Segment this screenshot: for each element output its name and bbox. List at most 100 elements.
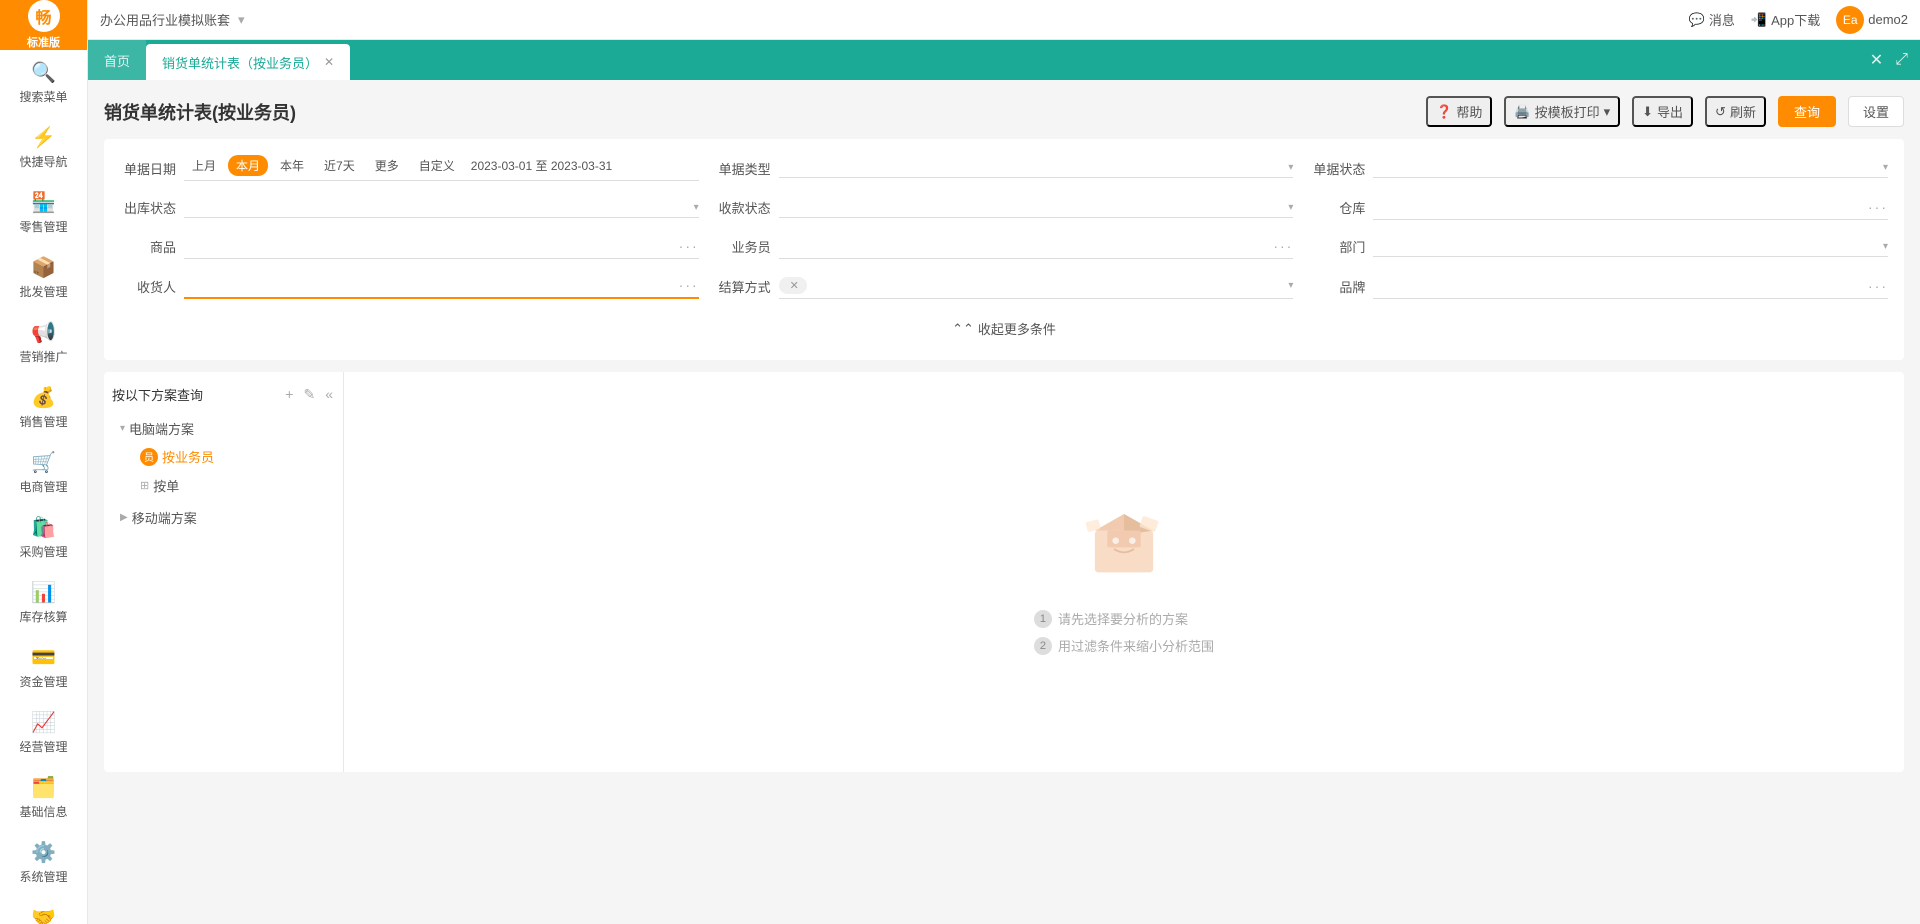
date-tag-this-year[interactable]: 本年	[272, 155, 312, 176]
warehouse-label: 仓库	[1309, 198, 1365, 217]
sidebar-item-inventory[interactable]: 📊 库存核算	[0, 570, 88, 635]
empty-tips: 1 请先选择要分析的方案 2 用过滤条件来缩小分析范围	[1034, 609, 1214, 655]
basic-icon: 🗂️	[31, 775, 56, 800]
empty-tip-2: 2 用过滤条件来缩小分析范围	[1034, 636, 1214, 655]
warehouse-dots-icon: ···	[1868, 199, 1888, 215]
filter-item-recv-status: 收款状态 ▾	[715, 198, 1294, 218]
scheme-title: 按以下方案查询	[112, 385, 203, 404]
help-btn[interactable]: ❓ 帮助	[1426, 96, 1492, 127]
sidebar-item-enterprise[interactable]: 🤝 企业协同	[0, 895, 88, 924]
sidebar-item-label-ecommerce: 电商管理	[19, 478, 67, 495]
result-panel: 1 请先选择要分析的方案 2 用过滤条件来缩小分析范围	[344, 372, 1904, 772]
filter-item-consignee: 收货人 ···	[120, 273, 699, 299]
doc-type-arrow-icon: ▾	[1288, 162, 1293, 173]
sidebar-item-search[interactable]: 🔍 搜索菜单	[0, 50, 88, 115]
collapse-filter-btn[interactable]: ⌃⌃ 收起更多条件	[120, 313, 1888, 344]
goods-input[interactable]: ···	[184, 234, 699, 259]
scheme-edit-btn[interactable]: ✎	[301, 384, 317, 405]
tab-sales-stats[interactable]: 销货单统计表（按业务员） ✕	[146, 44, 350, 80]
filter-item-salesperson: 业务员 ···	[715, 234, 1294, 259]
page-actions: ❓ 帮助 🖨️ 按模板打印 ▾ ⬇ 导出 ↺ 刷新 查询	[1426, 96, 1904, 127]
scheme-group-mobile: ▶ 移动端方案	[116, 504, 335, 531]
sidebar-item-label-system: 系统管理	[19, 868, 67, 885]
sidebar-item-sales[interactable]: 💰 销售管理	[0, 375, 88, 440]
scheme-item-byorder-label: 按单	[153, 476, 179, 495]
scheme-group-pc-label: 电脑端方案	[129, 419, 194, 438]
app-download-btn[interactable]: 📲 App下载	[1751, 10, 1820, 29]
page-title: 销货单统计表(按业务员)	[104, 99, 296, 125]
content-area: 销货单统计表(按业务员) ❓ 帮助 🖨️ 按模板打印 ▾ ⬇ 导出 ↺ 刷新	[88, 80, 1920, 924]
scheme-group-mobile-header[interactable]: ▶ 移动端方案	[116, 504, 335, 531]
date-tag-this-month[interactable]: 本月	[228, 155, 268, 176]
logo-symbol: 畅	[35, 4, 51, 28]
sidebar-item-purchase[interactable]: 🛍️ 采购管理	[0, 505, 88, 570]
scheme-item-byorder[interactable]: ⊞ 按单	[116, 471, 335, 500]
tab-close-all-btn[interactable]: ✕	[1866, 46, 1887, 74]
tip-text-2: 用过滤条件来缩小分析范围	[1058, 636, 1214, 655]
out-status-input[interactable]: ▾	[184, 198, 699, 218]
recv-status-input[interactable]: ▾	[779, 198, 1294, 218]
sidebar-item-retail[interactable]: 🏪 零售管理	[0, 180, 88, 245]
sidebar-item-operations[interactable]: 📈 经营管理	[0, 700, 88, 765]
export-btn[interactable]: ⬇ 导出	[1632, 96, 1693, 127]
sidebar-item-wholesale[interactable]: 📦 批发管理	[0, 245, 88, 310]
scheme-group-mobile-label: 移动端方案	[132, 508, 197, 527]
settlement-arrow-icon: ▾	[1288, 280, 1293, 291]
filter-item-doc-type: 单据类型 ▾	[715, 158, 1294, 178]
dept-input[interactable]: ▾	[1373, 237, 1888, 257]
sidebar-item-basic[interactable]: 🗂️ 基础信息	[0, 765, 88, 830]
filter-item-date: 单据日期 上月 本月 本年 近7天 更多 自定义 2023-03-01 至 20…	[120, 155, 699, 181]
sidebar-item-ecommerce[interactable]: 🛒 电商管理	[0, 440, 88, 505]
sub-icon: ⊞	[140, 479, 149, 492]
doc-status-input[interactable]: ▾	[1373, 158, 1888, 178]
doc-type-input[interactable]: ▾	[779, 158, 1294, 178]
dept-arrow-icon: ▾	[1883, 241, 1888, 252]
tab-expand-btn[interactable]: ⤢	[1891, 47, 1912, 73]
scheme-group-pc-header[interactable]: ▾ 电脑端方案	[116, 415, 335, 442]
breadcrumb-dropdown-icon[interactable]: ▾	[238, 12, 245, 28]
filter-item-brand: 品牌 ···	[1309, 274, 1888, 299]
sidebar-item-system[interactable]: ⚙️ 系统管理	[0, 830, 88, 895]
refresh-btn[interactable]: ↺ 刷新	[1705, 96, 1766, 127]
settlement-clear-icon[interactable]: ✕	[790, 279, 799, 292]
sidebar-item-marketing[interactable]: 📢 营销推广	[0, 310, 88, 375]
topbar: 办公用品行业模拟账套 ▾ 💬 消息 📲 App下载 Ea demo2	[88, 0, 1920, 40]
date-tag-more[interactable]: 更多	[367, 155, 407, 176]
shortcuts-icon: ⚡	[31, 125, 56, 150]
settings-btn[interactable]: 设置	[1848, 96, 1904, 127]
sidebar-item-shortcuts[interactable]: ⚡ 快捷导航	[0, 115, 88, 180]
brand-input[interactable]: ···	[1373, 274, 1888, 299]
message-btn[interactable]: 💬 消息	[1689, 10, 1735, 29]
date-tag-7days[interactable]: 近7天	[316, 155, 363, 176]
settlement-input[interactable]: ✕ ▾	[779, 273, 1294, 299]
tab-close-btn[interactable]: ✕	[324, 55, 334, 69]
username: demo2	[1868, 12, 1908, 27]
template-print-btn[interactable]: 🖨️ 按模板打印 ▾	[1504, 96, 1620, 127]
salesperson-input[interactable]: ···	[779, 234, 1294, 259]
date-range-text: 2023-03-01 至 2023-03-31	[471, 157, 612, 174]
scheme-item-salesperson[interactable]: 员 按业务员	[116, 442, 335, 471]
scheme-add-btn[interactable]: +	[283, 384, 295, 405]
sidebar-item-finance[interactable]: 💳 资金管理	[0, 635, 88, 700]
scheme-collapse-btn[interactable]: «	[323, 384, 335, 405]
sidebar-item-label-inventory: 库存核算	[19, 608, 67, 625]
user-menu-btn[interactable]: Ea demo2	[1836, 6, 1908, 34]
filter-row-2: 出库状态 ▾ 收款状态 ▾ 仓库	[120, 195, 1888, 220]
sidebar-item-label-marketing: 营销推广	[19, 348, 67, 365]
collapse-label: 收起更多条件	[978, 319, 1056, 338]
sales-icon: 💰	[31, 385, 56, 410]
tab-home[interactable]: 首页	[88, 40, 146, 80]
date-tag-custom[interactable]: 自定义	[411, 155, 463, 176]
recv-status-label: 收款状态	[715, 198, 771, 217]
consignee-input[interactable]: ···	[184, 273, 699, 299]
filter-panel: 单据日期 上月 本月 本年 近7天 更多 自定义 2023-03-01 至 20…	[104, 139, 1904, 360]
date-tag-last-month[interactable]: 上月	[184, 155, 224, 176]
empty-tip-1: 1 请先选择要分析的方案	[1034, 609, 1214, 628]
help-icon: ❓	[1436, 104, 1452, 120]
settlement-clear-tag[interactable]: ✕	[779, 277, 807, 294]
query-btn[interactable]: 查询	[1778, 96, 1836, 127]
page-header: 销货单统计表(按业务员) ❓ 帮助 🖨️ 按模板打印 ▾ ⬇ 导出 ↺ 刷新	[104, 96, 1904, 127]
sidebar-item-label-sales: 销售管理	[19, 413, 67, 430]
help-label: 帮助	[1456, 102, 1482, 121]
warehouse-input[interactable]: ···	[1373, 195, 1888, 220]
